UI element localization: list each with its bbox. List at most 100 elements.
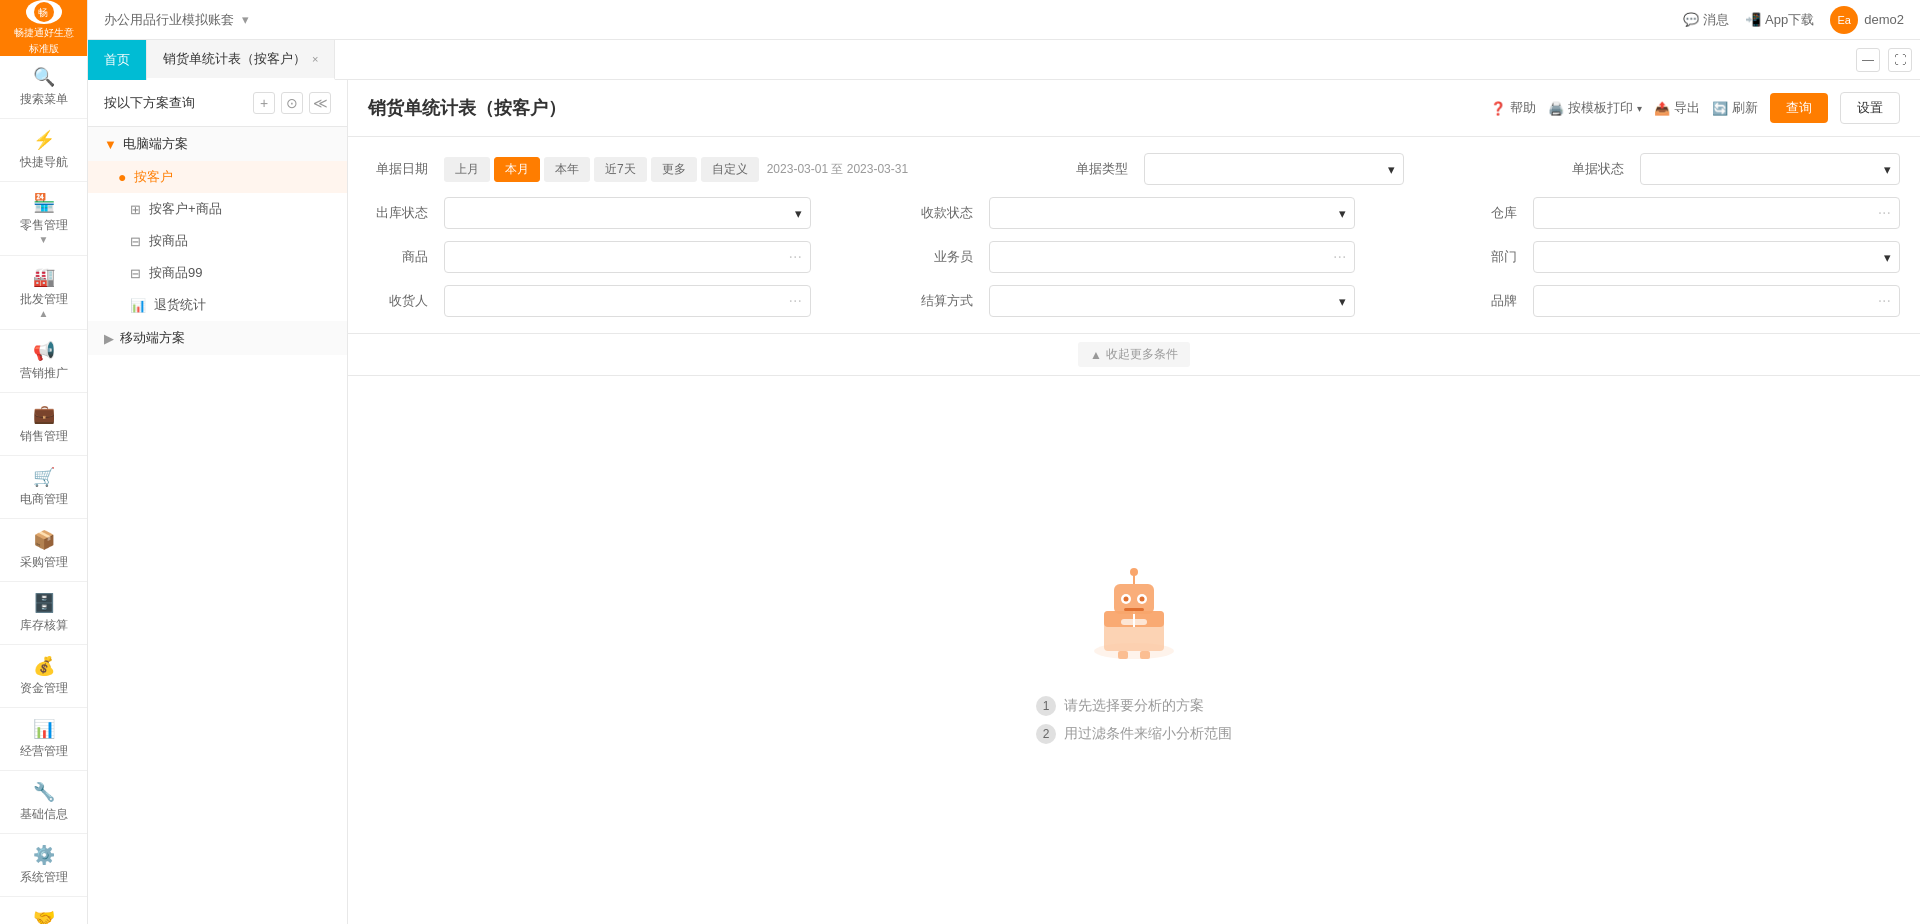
svg-rect-12 <box>1124 608 1144 611</box>
sidebar-item-purchase[interactable]: 📦 采购管理 <box>0 519 87 582</box>
salesman-label: 业务员 <box>913 248 973 266</box>
scheme-group-mobile-title[interactable]: ▶ 移动端方案 <box>88 321 347 355</box>
logo-area: 畅 畅捷通好生意 标准版 <box>0 0 87 56</box>
help-btn[interactable]: ❓ 帮助 <box>1490 99 1536 117</box>
payment-method-select[interactable]: ▾ <box>989 285 1356 317</box>
sidebar-item-ecommerce[interactable]: 🛒 电商管理 <box>0 456 87 519</box>
sidebar-item-inventory[interactable]: 🗄️ 库存核算 <box>0 582 87 645</box>
dropdown-icon[interactable]: ▾ <box>242 12 249 27</box>
refresh-btn[interactable]: 🔄 刷新 <box>1712 99 1758 117</box>
sidebar-item-search[interactable]: 🔍 搜索菜单 <box>0 56 87 119</box>
svg-text:畅: 畅 <box>38 7 48 18</box>
message-btn[interactable]: 💬 消息 <box>1683 11 1729 29</box>
username: demo2 <box>1864 12 1904 27</box>
empty-tip-1: 1 请先选择要分析的方案 <box>1036 696 1232 716</box>
topbar-account-title[interactable]: 办公用品行业模拟账套 <box>104 11 234 29</box>
wholesale-arrow-icon: ▲ <box>39 308 49 319</box>
more-date-btn[interactable]: 更多 <box>651 157 697 182</box>
this-month-btn[interactable]: 本月 <box>494 157 540 182</box>
scheme-item-by-goods99[interactable]: ⊟ 按商品99 <box>88 257 347 289</box>
order-type-arrow-icon: ▾ <box>1388 162 1395 177</box>
page-title: 销货单统计表（按客户） <box>368 96 566 132</box>
goods-label: 商品 <box>368 248 428 266</box>
receiver-label: 收货人 <box>368 292 428 310</box>
sidebar-item-operations[interactable]: 📊 经营管理 <box>0 708 87 771</box>
customer-icon: ● <box>118 169 126 185</box>
scheme-item-customer-goods[interactable]: ⊞ 按客户+商品 <box>88 193 347 225</box>
tab-sales-stats[interactable]: 销货单统计表（按客户） × <box>147 40 335 80</box>
nav-icon: ⚡ <box>33 129 55 151</box>
print-arrow-icon: ▾ <box>1637 103 1642 114</box>
sidebar-item-sales[interactable]: 💼 销售管理 <box>0 393 87 456</box>
help-icon: ❓ <box>1490 101 1506 116</box>
receiver-select[interactable]: ··· <box>444 285 811 317</box>
collapse-btn[interactable]: ▲ 收起更多条件 <box>1078 342 1190 367</box>
sidebar-marketing-label: 营销推广 <box>20 365 68 382</box>
user-info[interactable]: Ea demo2 <box>1830 6 1904 34</box>
scheme-panel: 按以下方案查询 + ⊙ ≪ ▼ 电脑端方案 ● 按客户 <box>88 80 348 924</box>
avatar: Ea <box>1830 6 1858 34</box>
brand-select[interactable]: ··· <box>1533 285 1900 317</box>
sidebar-item-retail[interactable]: 🏪 零售管理 ▼ <box>0 182 87 256</box>
app-name: 畅捷通好生意 <box>14 26 74 40</box>
payment-select[interactable]: ▾ <box>989 197 1356 229</box>
tab-close-btn[interactable]: × <box>312 53 318 65</box>
sidebar-item-wholesale[interactable]: 🏭 批发管理 ▲ <box>0 256 87 330</box>
sidebar-item-finance[interactable]: 💰 资金管理 <box>0 645 87 708</box>
scheme-item-by-goods[interactable]: ⊟ 按商品 <box>88 225 347 257</box>
dept-select[interactable]: ▾ <box>1533 241 1900 273</box>
last-7-days-btn[interactable]: 近7天 <box>594 157 647 182</box>
tab-home[interactable]: 首页 <box>88 40 147 80</box>
scheme-panel-title: 按以下方案查询 <box>104 94 195 112</box>
sidebar-sales-label: 销售管理 <box>20 428 68 445</box>
sidebar-item-basic[interactable]: 🔧 基础信息 <box>0 771 87 834</box>
sidebar-item-system[interactable]: ⚙️ 系统管理 <box>0 834 87 897</box>
order-type-select[interactable]: ▾ <box>1144 153 1404 185</box>
app-download-btn[interactable]: 📲 App下载 <box>1745 11 1814 29</box>
sidebar-item-enterprise[interactable]: 🤝 企业协同 <box>0 897 87 924</box>
settings-btn[interactable]: 设置 <box>1840 92 1900 124</box>
scheme-group-desktop-title[interactable]: ▼ 电脑端方案 <box>88 127 347 161</box>
tip-1-text: 请先选择要分析的方案 <box>1064 697 1204 715</box>
print-template-btn[interactable]: 🖨️ 按模板打印 ▾ <box>1548 99 1642 117</box>
date-buttons: 上月 本月 本年 近7天 更多 自定义 2023-03-01 至 2023-03… <box>444 157 908 182</box>
sidebar-finance-label: 资金管理 <box>20 680 68 697</box>
dept-label: 部门 <box>1457 248 1517 266</box>
scheme-collapse-btn[interactable]: ≪ <box>309 92 331 114</box>
retail-arrow-icon: ▼ <box>39 234 49 245</box>
query-btn[interactable]: 查询 <box>1770 93 1828 123</box>
scheme-add-btn[interactable]: + <box>253 92 275 114</box>
custom-date-btn[interactable]: 自定义 <box>701 157 759 182</box>
scheme-settings-btn[interactable]: ⊙ <box>281 92 303 114</box>
message-icon: 💬 <box>1683 12 1699 27</box>
payment-method-arrow-icon: ▾ <box>1339 294 1346 309</box>
delivery-label: 出库状态 <box>368 204 428 222</box>
message-label: 消息 <box>1703 11 1729 29</box>
tab-minimize-btn[interactable]: — <box>1856 48 1880 72</box>
salesman-select[interactable]: ··· <box>989 241 1356 273</box>
delivery-select[interactable]: ▾ <box>444 197 811 229</box>
warehouse-dots-icon: ··· <box>1878 204 1891 222</box>
ecommerce-icon: 🛒 <box>33 466 55 488</box>
refresh-icon: 🔄 <box>1712 101 1728 116</box>
tab-maximize-btn[interactable]: ⛶ <box>1888 48 1912 72</box>
warehouse-select[interactable]: ··· <box>1533 197 1900 229</box>
page-actions: ❓ 帮助 🖨️ 按模板打印 ▾ 📤 导出 🔄 刷新 <box>1490 92 1900 136</box>
this-year-btn[interactable]: 本年 <box>544 157 590 182</box>
scheme-group-desktop: ▼ 电脑端方案 ● 按客户 ⊞ 按客户+商品 ⊟ 按商品 <box>88 127 347 321</box>
payment-method-label: 结算方式 <box>913 292 973 310</box>
collapse-label: 收起更多条件 <box>1106 346 1178 363</box>
filter-row-1: 单据日期 上月 本月 本年 近7天 更多 自定义 2023-03-01 至 20… <box>368 153 1900 185</box>
marketing-icon: 📢 <box>33 340 55 362</box>
goods-select[interactable]: ··· <box>444 241 811 273</box>
last-month-btn[interactable]: 上月 <box>444 157 490 182</box>
sidebar-item-marketing[interactable]: 📢 营销推广 <box>0 330 87 393</box>
scheme-item-return-stats[interactable]: 📊 退货统计 <box>88 289 347 321</box>
sidebar-item-quick-nav[interactable]: ⚡ 快捷导航 <box>0 119 87 182</box>
order-status-select[interactable]: ▾ <box>1640 153 1900 185</box>
download-icon: 📲 <box>1745 12 1761 27</box>
date-range-text: 2023-03-01 至 2023-03-31 <box>767 161 908 178</box>
scheme-item-by-customer[interactable]: ● 按客户 <box>88 161 347 193</box>
sidebar-search-label: 搜索菜单 <box>20 91 68 108</box>
export-btn[interactable]: 📤 导出 <box>1654 99 1700 117</box>
